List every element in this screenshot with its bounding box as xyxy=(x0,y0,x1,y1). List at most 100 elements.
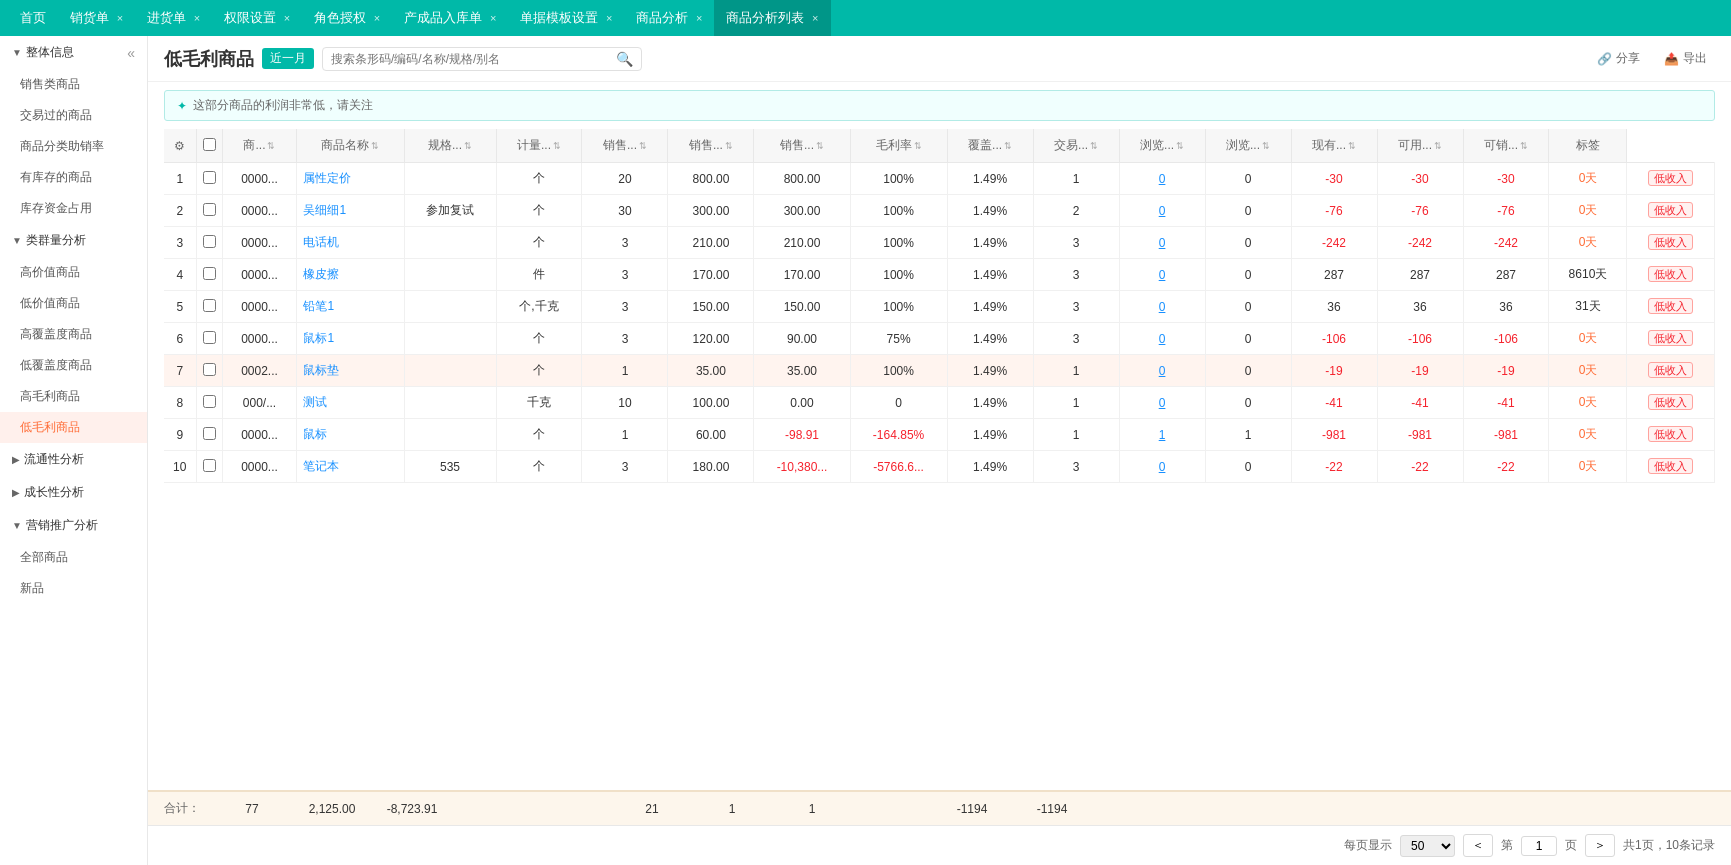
row-trade[interactable]: 1 xyxy=(1119,419,1205,451)
sidebar-group-marketing[interactable]: ▼ 营销推广分析 xyxy=(0,509,147,542)
search-input[interactable] xyxy=(331,52,616,66)
col-unit-header[interactable]: 计量...⇅ xyxy=(496,129,582,163)
col-sale-qty-header[interactable]: 销售...⇅ xyxy=(582,129,668,163)
row-checkbox[interactable] xyxy=(203,363,216,376)
col-sale-price-header[interactable]: 销售...⇅ xyxy=(668,129,754,163)
row-checkbox-cell[interactable] xyxy=(196,163,222,195)
nav-sales-order[interactable]: 销货单 × xyxy=(58,0,135,36)
sidebar-group-cluster[interactable]: ▼ 类群量分析 xyxy=(0,224,147,257)
sidebar-group-overview[interactable]: ▼ 整体信息 « xyxy=(0,36,147,69)
col-checkbox-all[interactable] xyxy=(196,129,222,163)
share-button[interactable]: 🔗 分享 xyxy=(1589,46,1648,71)
nav-permission[interactable]: 权限设置 × xyxy=(212,0,302,36)
row-checkbox[interactable] xyxy=(203,459,216,472)
close-purchase-icon[interactable]: × xyxy=(194,12,200,24)
col-code-header[interactable]: 商...⇅ xyxy=(222,129,297,163)
col-browse1-header[interactable]: 浏览...⇅ xyxy=(1119,129,1205,163)
row-checkbox-cell[interactable] xyxy=(196,355,222,387)
nav-product-entry[interactable]: 产成品入库单 × xyxy=(392,0,508,36)
row-checkbox[interactable] xyxy=(203,267,216,280)
row-trade[interactable]: 0 xyxy=(1119,451,1205,483)
row-trade[interactable]: 0 xyxy=(1119,163,1205,195)
row-trade[interactable]: 0 xyxy=(1119,387,1205,419)
select-all-checkbox[interactable] xyxy=(203,138,216,151)
row-checkbox-cell[interactable] xyxy=(196,419,222,451)
close-analysis-list-icon[interactable]: × xyxy=(812,12,818,24)
sidebar-item-stocked-goods[interactable]: 有库存的商品 xyxy=(0,162,147,193)
row-checkbox-cell[interactable] xyxy=(196,259,222,291)
row-checkbox[interactable] xyxy=(203,235,216,248)
row-name[interactable]: 鼠标1 xyxy=(297,323,404,355)
row-checkbox-cell[interactable] xyxy=(196,323,222,355)
close-analysis-icon[interactable]: × xyxy=(696,12,702,24)
row-checkbox-cell[interactable] xyxy=(196,291,222,323)
close-permission-icon[interactable]: × xyxy=(284,12,290,24)
row-name[interactable]: 铅笔1 xyxy=(297,291,404,323)
col-spec-header[interactable]: 规格...⇅ xyxy=(404,129,496,163)
sidebar-item-low-margin[interactable]: 低毛利商品 xyxy=(0,412,147,443)
col-sale-amt-header[interactable]: 销售...⇅ xyxy=(754,129,850,163)
row-name[interactable]: 橡皮擦 xyxy=(297,259,404,291)
row-checkbox[interactable] xyxy=(203,395,216,408)
col-name-header[interactable]: 商品名称⇅ xyxy=(297,129,404,163)
close-product-icon[interactable]: × xyxy=(490,12,496,24)
export-button[interactable]: 📤 导出 xyxy=(1656,46,1715,71)
row-trade[interactable]: 0 xyxy=(1119,195,1205,227)
search-box[interactable]: 🔍 xyxy=(322,47,642,71)
row-checkbox[interactable] xyxy=(203,299,216,312)
sidebar-item-low-coverage[interactable]: 低覆盖度商品 xyxy=(0,350,147,381)
row-checkbox[interactable] xyxy=(203,171,216,184)
nav-product-analysis[interactable]: 商品分析 × xyxy=(624,0,714,36)
row-name[interactable]: 鼠标 xyxy=(297,419,404,451)
row-name[interactable]: 测试 xyxy=(297,387,404,419)
row-name[interactable]: 电话机 xyxy=(297,227,404,259)
col-browse2-header[interactable]: 浏览...⇅ xyxy=(1205,129,1291,163)
sidebar-group-growth[interactable]: ▶ 成长性分析 xyxy=(0,476,147,509)
col-margin-header[interactable]: 毛利率⇅ xyxy=(850,129,947,163)
collapse-icon[interactable]: « xyxy=(127,45,135,61)
sidebar-item-traded-goods[interactable]: 交易过的商品 xyxy=(0,100,147,131)
row-name[interactable]: 属性定价 xyxy=(297,163,404,195)
page-size-select[interactable]: 50 100 200 xyxy=(1400,835,1455,857)
nav-template[interactable]: 单据模板设置 × xyxy=(508,0,624,36)
close-role-icon[interactable]: × xyxy=(374,12,380,24)
row-checkbox[interactable] xyxy=(203,427,216,440)
row-checkbox-cell[interactable] xyxy=(196,195,222,227)
next-page-button[interactable]: ＞ xyxy=(1585,834,1615,857)
col-trade-header[interactable]: 交易...⇅ xyxy=(1033,129,1119,163)
col-current-stock-header[interactable]: 现有...⇅ xyxy=(1291,129,1377,163)
sidebar-group-circulation[interactable]: ▶ 流通性分析 xyxy=(0,443,147,476)
col-sellable-header[interactable]: 可销...⇅ xyxy=(1463,129,1549,163)
col-tag-header[interactable]: 标签 xyxy=(1549,129,1627,163)
nav-role-auth[interactable]: 角色授权 × xyxy=(302,0,392,36)
sidebar-item-category-rate[interactable]: 商品分类助销率 xyxy=(0,131,147,162)
row-checkbox-cell[interactable] xyxy=(196,451,222,483)
page-number-input[interactable] xyxy=(1521,836,1557,856)
sidebar-item-high-margin[interactable]: 高毛利商品 xyxy=(0,381,147,412)
sidebar-item-capital-usage[interactable]: 库存资金占用 xyxy=(0,193,147,224)
row-name[interactable]: 笔记本 xyxy=(297,451,404,483)
sidebar-item-low-value[interactable]: 低价值商品 xyxy=(0,288,147,319)
sidebar-item-sales-goods[interactable]: 销售类商品 xyxy=(0,69,147,100)
sidebar-item-high-value[interactable]: 高价值商品 xyxy=(0,257,147,288)
time-filter-button[interactable]: 近一月 xyxy=(262,48,314,69)
row-checkbox-cell[interactable] xyxy=(196,387,222,419)
close-sales-order-icon[interactable]: × xyxy=(117,12,123,24)
nav-purchase-order[interactable]: 进货单 × xyxy=(135,0,212,36)
col-avail-header[interactable]: 可用...⇅ xyxy=(1377,129,1463,163)
sidebar-item-high-coverage[interactable]: 高覆盖度商品 xyxy=(0,319,147,350)
row-checkbox[interactable] xyxy=(203,331,216,344)
sidebar-item-all-goods[interactable]: 全部商品 xyxy=(0,542,147,573)
row-trade[interactable]: 0 xyxy=(1119,259,1205,291)
close-template-icon[interactable]: × xyxy=(606,12,612,24)
col-settings[interactable]: ⚙ xyxy=(164,129,196,163)
row-checkbox-cell[interactable] xyxy=(196,227,222,259)
sidebar-item-new-goods[interactable]: 新品 xyxy=(0,573,147,604)
nav-product-analysis-list[interactable]: 商品分析列表 × xyxy=(714,0,830,36)
row-trade[interactable]: 0 xyxy=(1119,291,1205,323)
row-name[interactable]: 鼠标垫 xyxy=(297,355,404,387)
row-trade[interactable]: 0 xyxy=(1119,227,1205,259)
row-name[interactable]: 吴细细1 xyxy=(297,195,404,227)
row-checkbox[interactable] xyxy=(203,203,216,216)
prev-page-button[interactable]: ＜ xyxy=(1463,834,1493,857)
